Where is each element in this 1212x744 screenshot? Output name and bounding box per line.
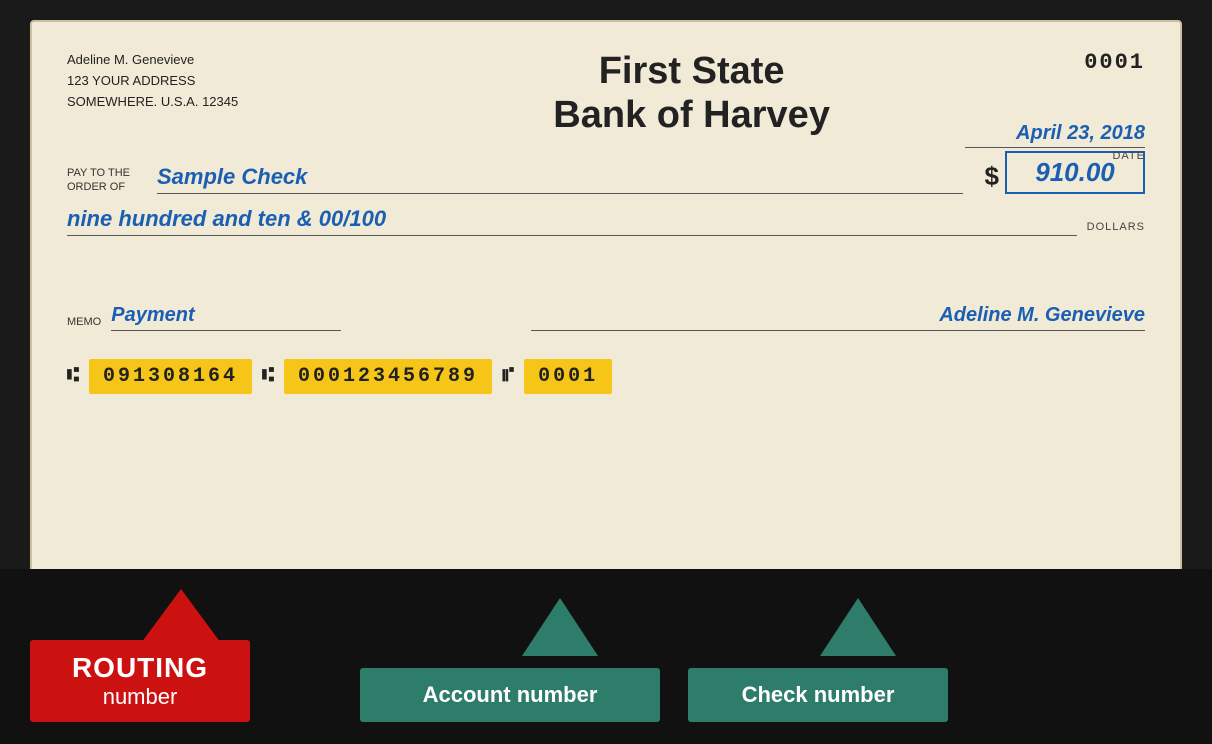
- check-number-display: 0001: [1084, 50, 1145, 75]
- memo-value: Payment: [111, 304, 341, 331]
- payee-name: Sample Check: [157, 164, 963, 194]
- written-amount-section: nine hundred and ten & 00/100 DOLLARS: [67, 206, 1145, 236]
- check-number-micr: 0001: [524, 359, 612, 394]
- date-value: April 23, 2018: [965, 122, 1145, 148]
- payer-info: Adeline M. Genevieve 123 YOUR ADDRESS SO…: [67, 50, 238, 112]
- pay-to-label: PAY TO THE ORDER OF: [67, 166, 147, 195]
- date-section: April 23, 2018 DATE: [965, 122, 1145, 162]
- date-label: DATE: [965, 150, 1145, 162]
- payer-name: Adeline M. Genevieve: [67, 50, 238, 71]
- memo-label: MEMO: [67, 316, 101, 331]
- check-label-box: Check number: [688, 668, 948, 722]
- check-arrow-icon: [820, 598, 896, 656]
- account-arrow-icon: [522, 598, 598, 656]
- routing-title: ROUTING: [50, 652, 230, 684]
- payer-address1: 123 YOUR ADDRESS: [67, 71, 238, 92]
- account-number: 000123456789: [284, 359, 492, 394]
- micr-open-symbol: ⑆: [67, 365, 79, 388]
- bank-middle: [67, 246, 1145, 286]
- payer-address2: SOMEWHERE. U.S.A. 12345: [67, 92, 238, 113]
- routing-sub: number: [50, 684, 230, 710]
- check: 0001 Adeline M. Genevieve 123 YOUR ADDRE…: [30, 20, 1182, 580]
- signature: Adeline M. Genevieve: [531, 304, 1145, 331]
- micr-separator-symbol: ⑈: [502, 365, 514, 388]
- dollars-label: DOLLARS: [1077, 221, 1145, 236]
- written-amount: nine hundred and ten & 00/100: [67, 206, 1077, 236]
- routing-label-box: ROUTING number: [30, 640, 250, 722]
- account-label-box: Account number: [360, 668, 660, 722]
- check-number-label: Check number: [742, 682, 895, 707]
- routing-number: 091308164: [89, 359, 252, 394]
- dollar-sign: $: [985, 161, 999, 194]
- memo-signature-section: MEMO Payment Adeline M. Genevieve: [67, 304, 1145, 331]
- micr-close-symbol: ⑆: [262, 365, 274, 388]
- account-number-label: Account number: [423, 682, 598, 707]
- micr-line: ⑆ 091308164 ⑆ 000123456789 ⑈ 0001: [67, 359, 1145, 394]
